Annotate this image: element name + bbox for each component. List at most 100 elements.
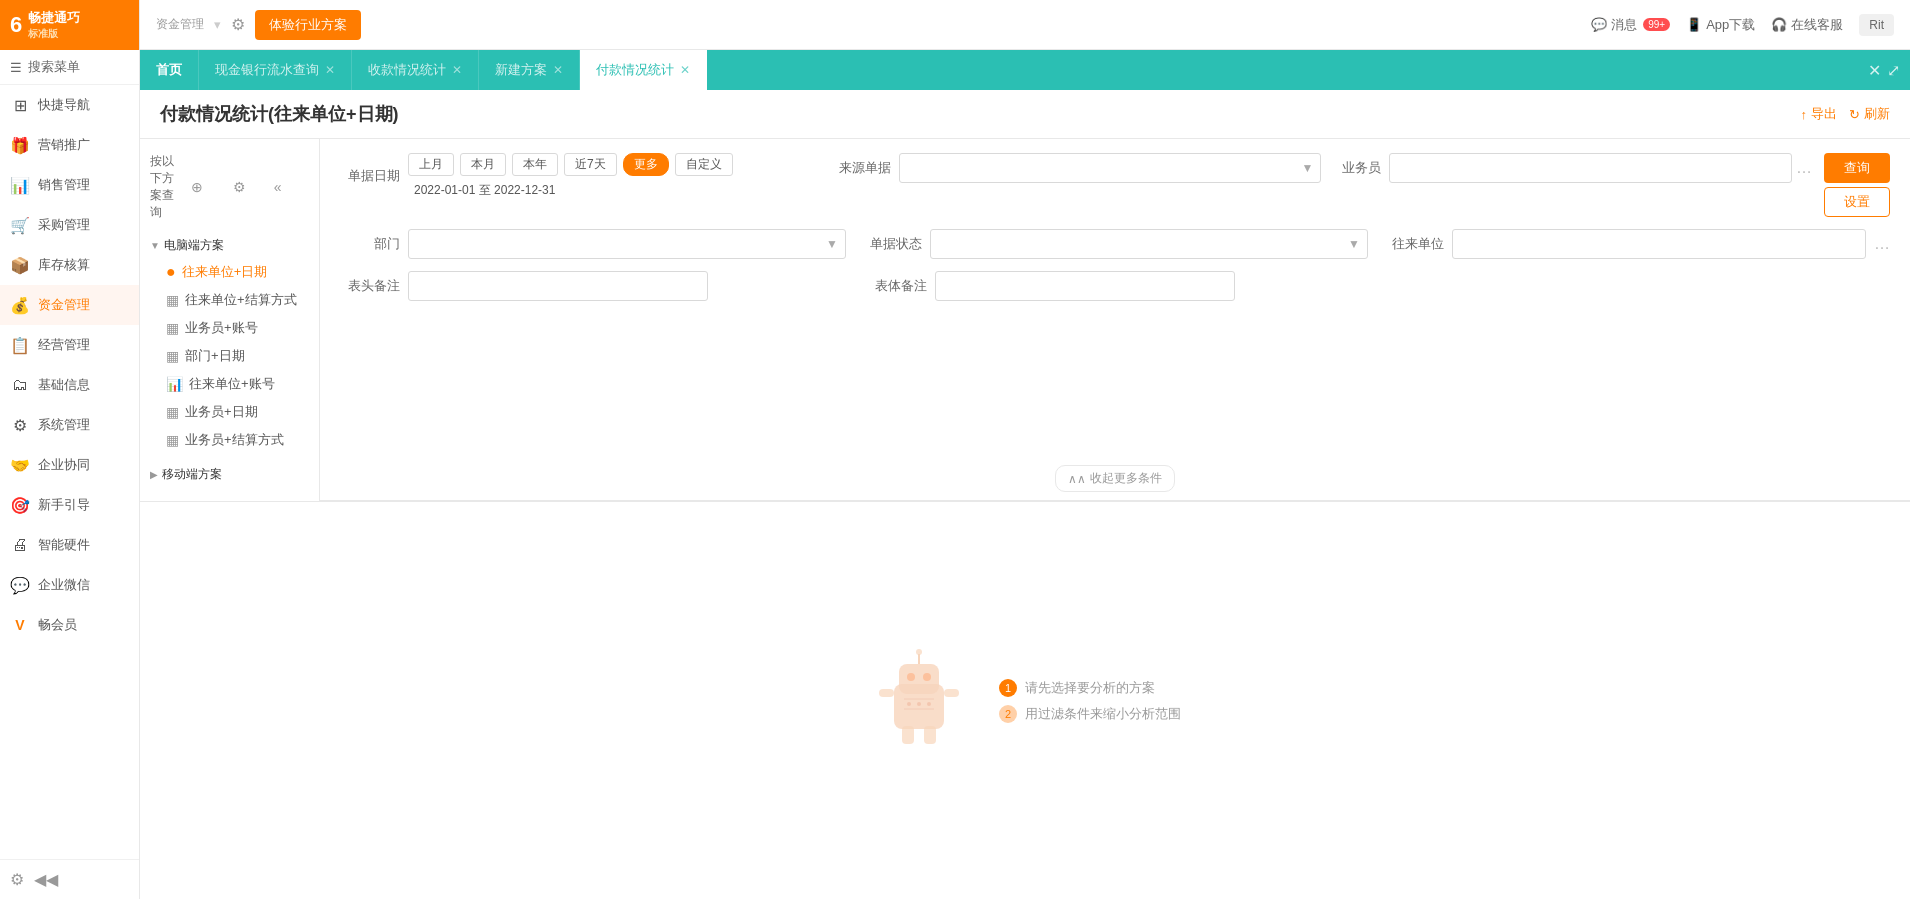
user-menu[interactable]: Rit bbox=[1859, 14, 1894, 36]
scheme-item-partner-settle[interactable]: ▦ 往来单位+结算方式 bbox=[140, 286, 319, 314]
expand-tab-icon[interactable]: ⤢ bbox=[1887, 61, 1900, 80]
sidebar-item-label: 资金管理 bbox=[38, 296, 90, 314]
collapse-button[interactable]: ∧∧ 收起更多条件 bbox=[1055, 465, 1175, 492]
messages-action[interactable]: 💬 消息 99+ bbox=[1591, 16, 1670, 34]
query-button[interactable]: 查询 bbox=[1824, 153, 1890, 183]
scheme-item-partner-date[interactable]: ● 往来单位+日期 bbox=[140, 258, 319, 286]
main-area: 资金管理 ▾ ⚙ 体验行业方案 💬 消息 99+ 📱 App下载 🎧 在线客服 … bbox=[140, 0, 1910, 899]
refresh-button[interactable]: ↻ 刷新 bbox=[1849, 105, 1890, 123]
sidebar-item-guide[interactable]: 🎯 新手引导 bbox=[0, 485, 139, 525]
sidebar-item-wechat[interactable]: 💬 企业微信 bbox=[0, 565, 139, 605]
sidebar-item-hardware[interactable]: 🖨 智能硬件 bbox=[0, 525, 139, 565]
salesman-dots-icon[interactable]: … bbox=[1796, 159, 1812, 177]
date-btn-7days[interactable]: 近7天 bbox=[564, 153, 617, 176]
tab-home[interactable]: 首页 bbox=[140, 50, 199, 90]
date-btn-this-year[interactable]: 本年 bbox=[512, 153, 558, 176]
collapse-scheme-icon[interactable]: « bbox=[274, 179, 309, 195]
close-tab-icon[interactable]: ✕ bbox=[1868, 61, 1881, 80]
date-btn-last-month[interactable]: 上月 bbox=[408, 153, 454, 176]
sidebar-item-enterprise[interactable]: 🤝 企业协同 bbox=[0, 445, 139, 485]
sidebar-item-label: 库存核算 bbox=[38, 256, 90, 274]
source-select[interactable] bbox=[899, 153, 1322, 183]
scheme-item-salesman-settle[interactable]: ▦ 业务员+结算方式 bbox=[140, 426, 319, 454]
partner-dots-icon[interactable]: … bbox=[1874, 235, 1890, 253]
header-note-label: 表头备注 bbox=[340, 277, 400, 295]
member-icon: V bbox=[10, 615, 30, 635]
sidebar-item-basic[interactable]: 🗂 基础信息 bbox=[0, 365, 139, 405]
sidebar-item-marketing[interactable]: 🎁 营销推广 bbox=[0, 125, 139, 165]
purchase-icon: 🛒 bbox=[10, 215, 30, 235]
desktop-scheme-section: ▼ 电脑端方案 ● 往来单位+日期 ▦ 往来单位+结算方式 ▦ 业务员+账号 bbox=[140, 229, 319, 458]
hardware-icon: 🖨 bbox=[10, 535, 30, 555]
tab-bank-flow[interactable]: 现金银行流水查询 ✕ bbox=[199, 50, 352, 90]
date-btn-custom[interactable]: 自定义 bbox=[675, 153, 733, 176]
hint-num-1: 1 bbox=[999, 679, 1017, 697]
wechat-icon: 💬 bbox=[10, 575, 30, 595]
sidebar-item-sales[interactable]: 📊 销售管理 bbox=[0, 165, 139, 205]
topbar-gear-icon[interactable]: ⚙ bbox=[231, 15, 245, 34]
sidebar-item-purchase[interactable]: 🛒 采购管理 bbox=[0, 205, 139, 245]
add-scheme-icon[interactable]: ⊕ bbox=[191, 179, 226, 195]
search-menu[interactable]: ☰ 搜索菜单 bbox=[0, 50, 139, 85]
mobile-section-header[interactable]: ▶ 移动端方案 bbox=[140, 462, 319, 487]
date-btn-this-month[interactable]: 本月 bbox=[460, 153, 506, 176]
mobile-section-label: 移动端方案 bbox=[162, 466, 222, 483]
message-icon: 💬 bbox=[1591, 17, 1607, 32]
sidebar-item-capital[interactable]: 💰 资金管理 bbox=[0, 285, 139, 325]
collapse-sidebar-icon[interactable]: ◀◀ bbox=[34, 870, 58, 889]
scheme-item-dept-date[interactable]: ▦ 部门+日期 bbox=[140, 342, 319, 370]
tab-bank-flow-close-icon[interactable]: ✕ bbox=[325, 63, 335, 77]
settings-scheme-icon[interactable]: ⚙ bbox=[233, 179, 268, 195]
salesman-filter-label: 业务员 bbox=[1321, 159, 1381, 177]
tab-new-scheme-close-icon[interactable]: ✕ bbox=[553, 63, 563, 77]
sidebar-item-label: 企业协同 bbox=[38, 456, 90, 474]
page-title: 付款情况统计(往来单位+日期) bbox=[160, 102, 399, 126]
dept-select[interactable] bbox=[408, 229, 846, 259]
header-note-input[interactable] bbox=[408, 271, 708, 301]
scheme-item-label: 业务员+日期 bbox=[185, 403, 258, 421]
tab-collect-stat[interactable]: 收款情况统计 ✕ bbox=[352, 50, 479, 90]
sidebar-item-operation[interactable]: 📋 经营管理 bbox=[0, 325, 139, 365]
tab-collect-stat-close-icon[interactable]: ✕ bbox=[452, 63, 462, 77]
sales-icon: 📊 bbox=[10, 175, 30, 195]
app-download-action[interactable]: 📱 App下载 bbox=[1686, 16, 1755, 34]
scheme-item-salesman-account[interactable]: ▦ 业务员+账号 bbox=[140, 314, 319, 342]
filter-area: 按以下方案查询 ⊕ ⚙ « ▼ 电脑端方案 ● 往来单位+日期 bbox=[140, 139, 1910, 502]
desktop-section-header[interactable]: ▼ 电脑端方案 bbox=[140, 233, 319, 258]
tab-new-scheme[interactable]: 新建方案 ✕ bbox=[479, 50, 580, 90]
online-service-action[interactable]: 🎧 在线客服 bbox=[1771, 16, 1843, 34]
date-options: 上月 本月 本年 近7天 更多 自定义 2022-01-01 至 2022-12… bbox=[408, 153, 831, 199]
tab-pay-stat[interactable]: 付款情况统计 ✕ bbox=[580, 50, 707, 90]
salesman-input[interactable] bbox=[1389, 153, 1792, 183]
sidebar-item-label: 智能硬件 bbox=[38, 536, 90, 554]
svg-rect-7 bbox=[944, 689, 959, 697]
tab-pay-stat-close-icon[interactable]: ✕ bbox=[680, 63, 690, 77]
hint-text-1: 请先选择要分析的方案 bbox=[1025, 679, 1155, 697]
scheme-item-label: 部门+日期 bbox=[185, 347, 245, 365]
empty-illustration bbox=[869, 644, 969, 757]
partner-input[interactable] bbox=[1452, 229, 1866, 259]
scheme-item-partner-account[interactable]: 📊 往来单位+账号 bbox=[140, 370, 319, 398]
doc-status-select[interactable] bbox=[930, 229, 1368, 259]
sidebar-item-quick-nav[interactable]: ⊞ 快捷导航 bbox=[0, 85, 139, 125]
body-note-input[interactable] bbox=[935, 271, 1235, 301]
trial-button[interactable]: 体验行业方案 bbox=[255, 10, 361, 40]
topbar: 资金管理 ▾ ⚙ 体验行业方案 💬 消息 99+ 📱 App下载 🎧 在线客服 … bbox=[140, 0, 1910, 50]
user-name: Rit bbox=[1859, 14, 1894, 36]
settings-gear-icon[interactable]: ⚙ bbox=[10, 870, 24, 889]
sidebar-item-inventory[interactable]: 📦 库存核算 bbox=[0, 245, 139, 285]
filter-row-3: 表头备注 表体备注 bbox=[340, 271, 1890, 301]
scheme-header-label: 按以下方案查询 bbox=[150, 153, 185, 221]
scheme-item-label: 往来单位+账号 bbox=[189, 375, 275, 393]
sidebar-item-member[interactable]: V 畅会员 bbox=[0, 605, 139, 645]
tab-pay-stat-label: 付款情况统计 bbox=[596, 61, 674, 79]
scheme-item-salesman-date[interactable]: ▦ 业务员+日期 bbox=[140, 398, 319, 426]
refresh-icon: ↻ bbox=[1849, 107, 1860, 122]
export-button[interactable]: ↑ 导出 bbox=[1801, 105, 1838, 123]
svg-point-14 bbox=[927, 702, 931, 706]
settings-button[interactable]: 设置 bbox=[1824, 187, 1890, 217]
date-btn-more[interactable]: 更多 bbox=[623, 153, 669, 176]
sidebar-item-system[interactable]: ⚙ 系统管理 bbox=[0, 405, 139, 445]
svg-rect-8 bbox=[902, 726, 914, 744]
sidebar-item-label: 企业微信 bbox=[38, 576, 90, 594]
